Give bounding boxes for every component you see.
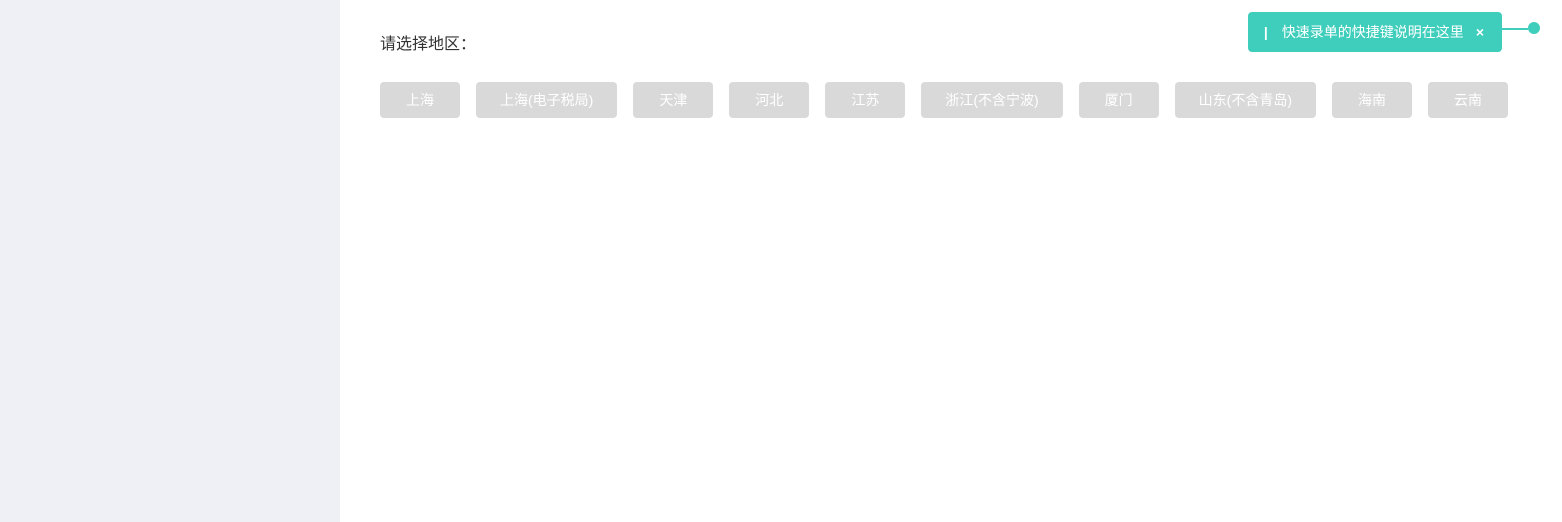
region-btn-hainan[interactable]: 海南 [1332, 82, 1412, 118]
tooltip-text: 快速录单的快捷键说明在这里 [1282, 22, 1464, 42]
region-btn-zhejiang[interactable]: 浙江(不含宁波) [921, 82, 1062, 118]
region-btn-shanghai-etax[interactable]: 上海(电子税局) [476, 82, 617, 118]
region-btn-hebei[interactable]: 河北 [729, 82, 809, 118]
tooltip-close-button[interactable]: × [1474, 24, 1486, 40]
region-btn-shanghai[interactable]: 上海 [380, 82, 460, 118]
tooltip-bar: 快速录单的快捷键说明在这里 × [1248, 12, 1502, 52]
region-buttons-container: 上海上海(电子税局) 天津河北江苏浙江(不含宁波) 厦门山东(不含青岛) 海南云南 [380, 82, 1522, 118]
main-content: 请选择地区： 上海上海(电子税局)天津河北江苏浙江(不含宁波)厦门山东(不含青岛… [340, 0, 1562, 522]
tooltip-connector-line [1498, 28, 1528, 30]
region-btn-xiamen[interactable]: 厦门 [1079, 82, 1159, 118]
region-btn-jiangsu[interactable]: 江苏 [825, 82, 905, 118]
region-btn-tianjin[interactable]: 天津 [633, 82, 713, 118]
left-sidebar [0, 0, 340, 522]
tooltip-dot-indicator [1528, 22, 1540, 34]
region-btn-yunnan[interactable]: 云南 [1428, 82, 1508, 118]
region-btn-shandong[interactable]: 山东(不含青岛) [1175, 82, 1316, 118]
